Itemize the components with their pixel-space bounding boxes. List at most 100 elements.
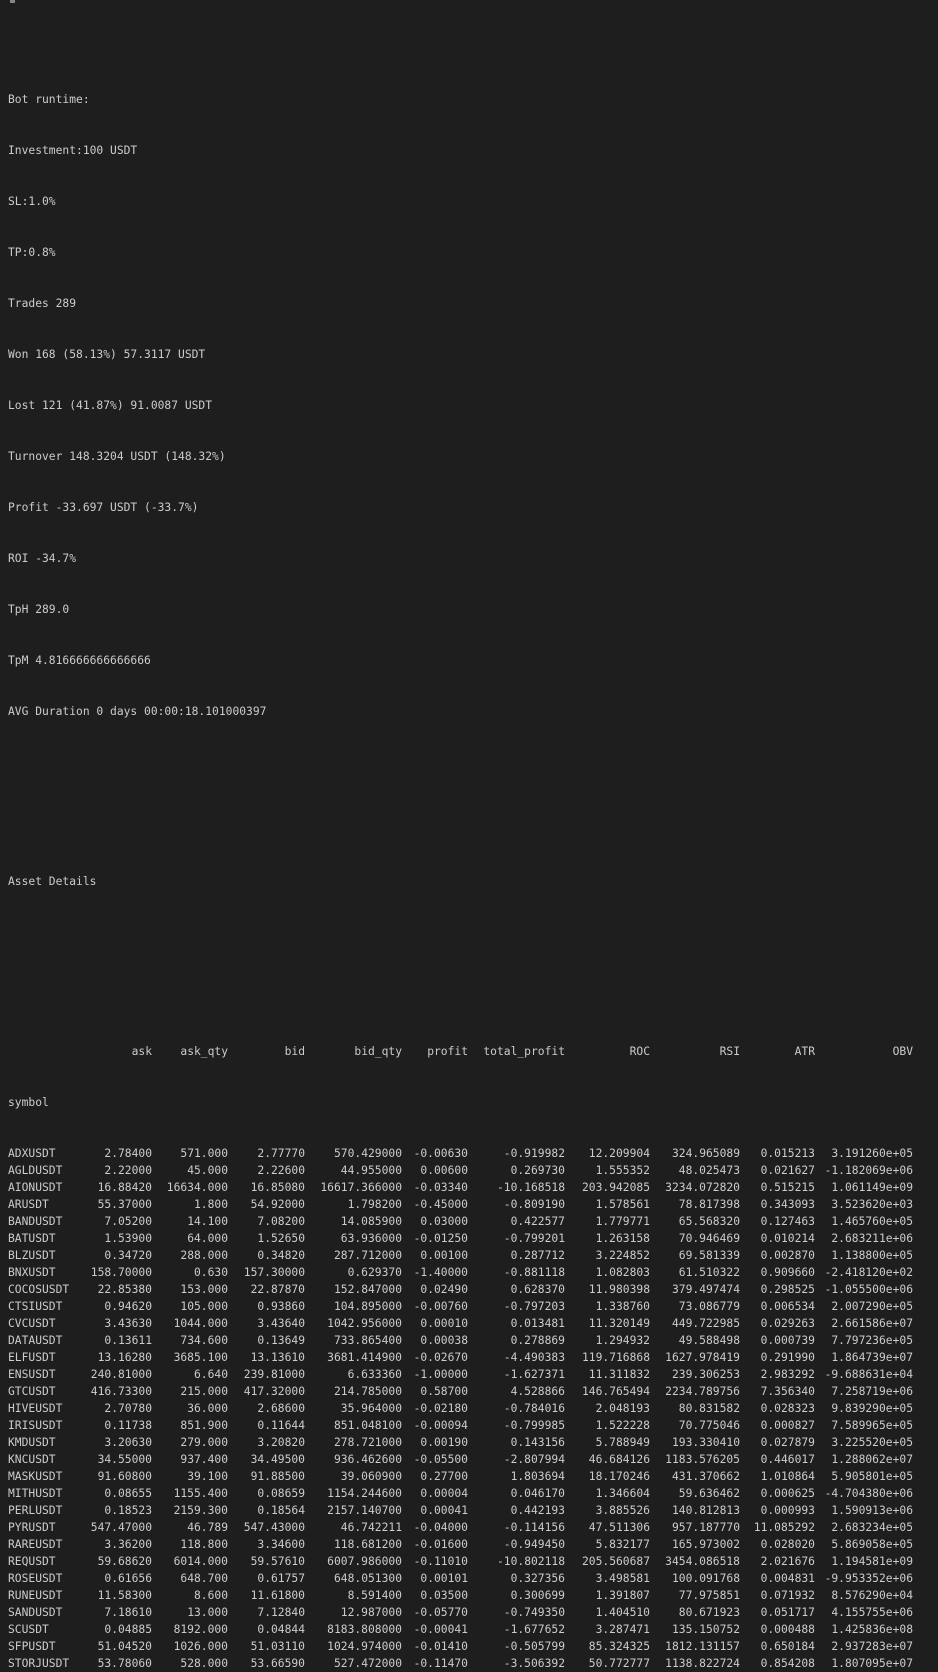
value-cell: -2.807994 xyxy=(468,1451,565,1468)
value-cell: -0.03340 xyxy=(402,1179,468,1196)
value-cell: 18.170246 xyxy=(565,1468,650,1485)
value-cell: 0.051717 xyxy=(740,1604,815,1621)
value-cell: 0.00010 xyxy=(402,1315,468,1332)
value-cell: 1.061149e+09 xyxy=(815,1179,913,1196)
value-cell: 8.600 xyxy=(152,1587,228,1604)
symbol-cell: IRISUSDT xyxy=(8,1417,78,1434)
value-cell: 0.61757 xyxy=(228,1570,305,1587)
value-cell: 0.854208 xyxy=(740,1655,815,1672)
value-cell: 51.04520 xyxy=(78,1638,152,1655)
table-row: RAREUSDT3.36200118.8003.34600118.681200-… xyxy=(8,1536,938,1553)
asset-table-header: ask ask_qty bid bid_qty profit total_pro… xyxy=(8,1043,938,1060)
value-cell: 14.100 xyxy=(152,1213,228,1230)
value-cell: 1.425836e+08 xyxy=(815,1621,913,1638)
table-row: HIVEUSDT2.7078036.0002.6860035.964000-0.… xyxy=(8,1400,938,1417)
value-cell: -0.114156 xyxy=(468,1519,565,1536)
value-cell: 3.498581 xyxy=(565,1570,650,1587)
value-cell: 0.027879 xyxy=(740,1434,815,1451)
value-cell: 0.94620 xyxy=(78,1298,152,1315)
symbol-cell: CTSIUSDT xyxy=(8,1298,78,1315)
table-row: BANDUSDT7.0520014.1007.0820014.0859000.0… xyxy=(8,1213,938,1230)
value-cell: 158.70000 xyxy=(78,1264,152,1281)
value-cell: 0.03500 xyxy=(402,1587,468,1604)
value-cell: 0.327356 xyxy=(468,1570,565,1587)
runtime-line-profit: Profit -33.697 USDT (-33.7%) xyxy=(8,499,938,516)
value-cell: 547.43000 xyxy=(228,1519,305,1536)
value-cell: 70.946469 xyxy=(650,1230,740,1247)
value-cell: 734.600 xyxy=(152,1332,228,1349)
symbol-cell: BATUSDT xyxy=(8,1230,78,1247)
value-cell: 0.11738 xyxy=(78,1417,152,1434)
value-cell: 324.965089 xyxy=(650,1145,740,1162)
value-cell: 80.671923 xyxy=(650,1604,740,1621)
symbol-cell: MITHUSDT xyxy=(8,1485,78,1502)
value-cell: 2.683211e+06 xyxy=(815,1230,913,1247)
terminal-output[interactable]: Bot runtime: Investment:100 USDT SL:1.0%… xyxy=(0,0,938,836)
value-cell: 53.78060 xyxy=(78,1655,152,1672)
value-cell: 77.975851 xyxy=(650,1587,740,1604)
value-cell: 0.18564 xyxy=(228,1502,305,1519)
value-cell: 1.53900 xyxy=(78,1230,152,1247)
value-cell: -0.45000 xyxy=(402,1196,468,1213)
value-cell: 6014.000 xyxy=(152,1553,228,1570)
value-cell: -1.182069e+06 xyxy=(815,1162,913,1179)
value-cell: 13.13610 xyxy=(228,1349,305,1366)
value-cell: 0.143156 xyxy=(468,1434,565,1451)
value-cell: 1.194581e+09 xyxy=(815,1553,913,1570)
symbol-cell: PYRUSDT xyxy=(8,1519,78,1536)
asset-table-body: ADXUSDT2.78400571.0002.77770570.429000-0… xyxy=(8,1145,938,1672)
value-cell: 1.807095e+07 xyxy=(815,1655,913,1672)
value-cell: 3681.414900 xyxy=(305,1349,402,1366)
value-cell: -9.953352e+06 xyxy=(815,1570,913,1587)
symbol-cell: ADXUSDT xyxy=(8,1145,78,1162)
value-cell: -0.05500 xyxy=(402,1451,468,1468)
asset-details-title: Asset Details xyxy=(8,873,938,890)
value-cell: 6.640 xyxy=(152,1366,228,1383)
value-cell: 0.127463 xyxy=(740,1213,815,1230)
index-label: symbol xyxy=(8,1094,938,1111)
value-cell: 379.497474 xyxy=(650,1281,740,1298)
symbol-cell: DATAUSDT xyxy=(8,1332,78,1349)
value-cell: 7.08200 xyxy=(228,1213,305,1230)
value-cell: 0.08655 xyxy=(78,1485,152,1502)
value-cell: 0.442193 xyxy=(468,1502,565,1519)
value-cell: 570.429000 xyxy=(305,1145,402,1162)
symbol-cell: MASKUSDT xyxy=(8,1468,78,1485)
value-cell: 22.85380 xyxy=(78,1281,152,1298)
value-cell: 11.320149 xyxy=(565,1315,650,1332)
value-cell: 0.00600 xyxy=(402,1162,468,1179)
value-cell: 416.73300 xyxy=(78,1383,152,1400)
value-cell: 13.16280 xyxy=(78,1349,152,1366)
value-cell: -0.799201 xyxy=(468,1230,565,1247)
value-cell: 140.812813 xyxy=(650,1502,740,1519)
value-cell: 135.150752 xyxy=(650,1621,740,1638)
value-cell: 417.32000 xyxy=(228,1383,305,1400)
value-cell: -10.802118 xyxy=(468,1553,565,1570)
value-cell: 3454.086518 xyxy=(650,1553,740,1570)
table-row: IRISUSDT0.11738851.9000.11644851.048100-… xyxy=(8,1417,938,1434)
runtime-line-tph: TpH 289.0 xyxy=(8,601,938,618)
table-row: GTCUSDT416.73300215.000417.32000214.7850… xyxy=(8,1383,938,1400)
value-cell: 528.000 xyxy=(152,1655,228,1672)
value-cell: 1154.244600 xyxy=(305,1485,402,1502)
value-cell: 3234.072820 xyxy=(650,1179,740,1196)
runtime-line-lost: Lost 121 (41.87%) 91.0087 USDT xyxy=(8,397,938,414)
value-cell: 0.028020 xyxy=(740,1536,815,1553)
value-cell: 16617.366000 xyxy=(305,1179,402,1196)
value-cell: 571.000 xyxy=(152,1145,228,1162)
value-cell: 2159.300 xyxy=(152,1502,228,1519)
value-cell: 0.58700 xyxy=(402,1383,468,1400)
value-cell: 1.578561 xyxy=(565,1196,650,1213)
value-cell: 0.93860 xyxy=(228,1298,305,1315)
value-cell: 1.338760 xyxy=(565,1298,650,1315)
table-row: ELFUSDT13.162803685.10013.136103681.4149… xyxy=(8,1349,938,1366)
value-cell: 3.225520e+05 xyxy=(815,1434,913,1451)
symbol-cell: KNCUSDT xyxy=(8,1451,78,1468)
table-row: AGLDUSDT2.2200045.0002.2260044.9550000.0… xyxy=(8,1162,938,1179)
value-cell: 0.27700 xyxy=(402,1468,468,1485)
value-cell: 2.983292 xyxy=(740,1366,815,1383)
symbol-cell: COCOSUSDT xyxy=(8,1281,78,1298)
value-cell: 449.722985 xyxy=(650,1315,740,1332)
value-cell: 1.803694 xyxy=(468,1468,565,1485)
value-cell: 0.00004 xyxy=(402,1485,468,1502)
